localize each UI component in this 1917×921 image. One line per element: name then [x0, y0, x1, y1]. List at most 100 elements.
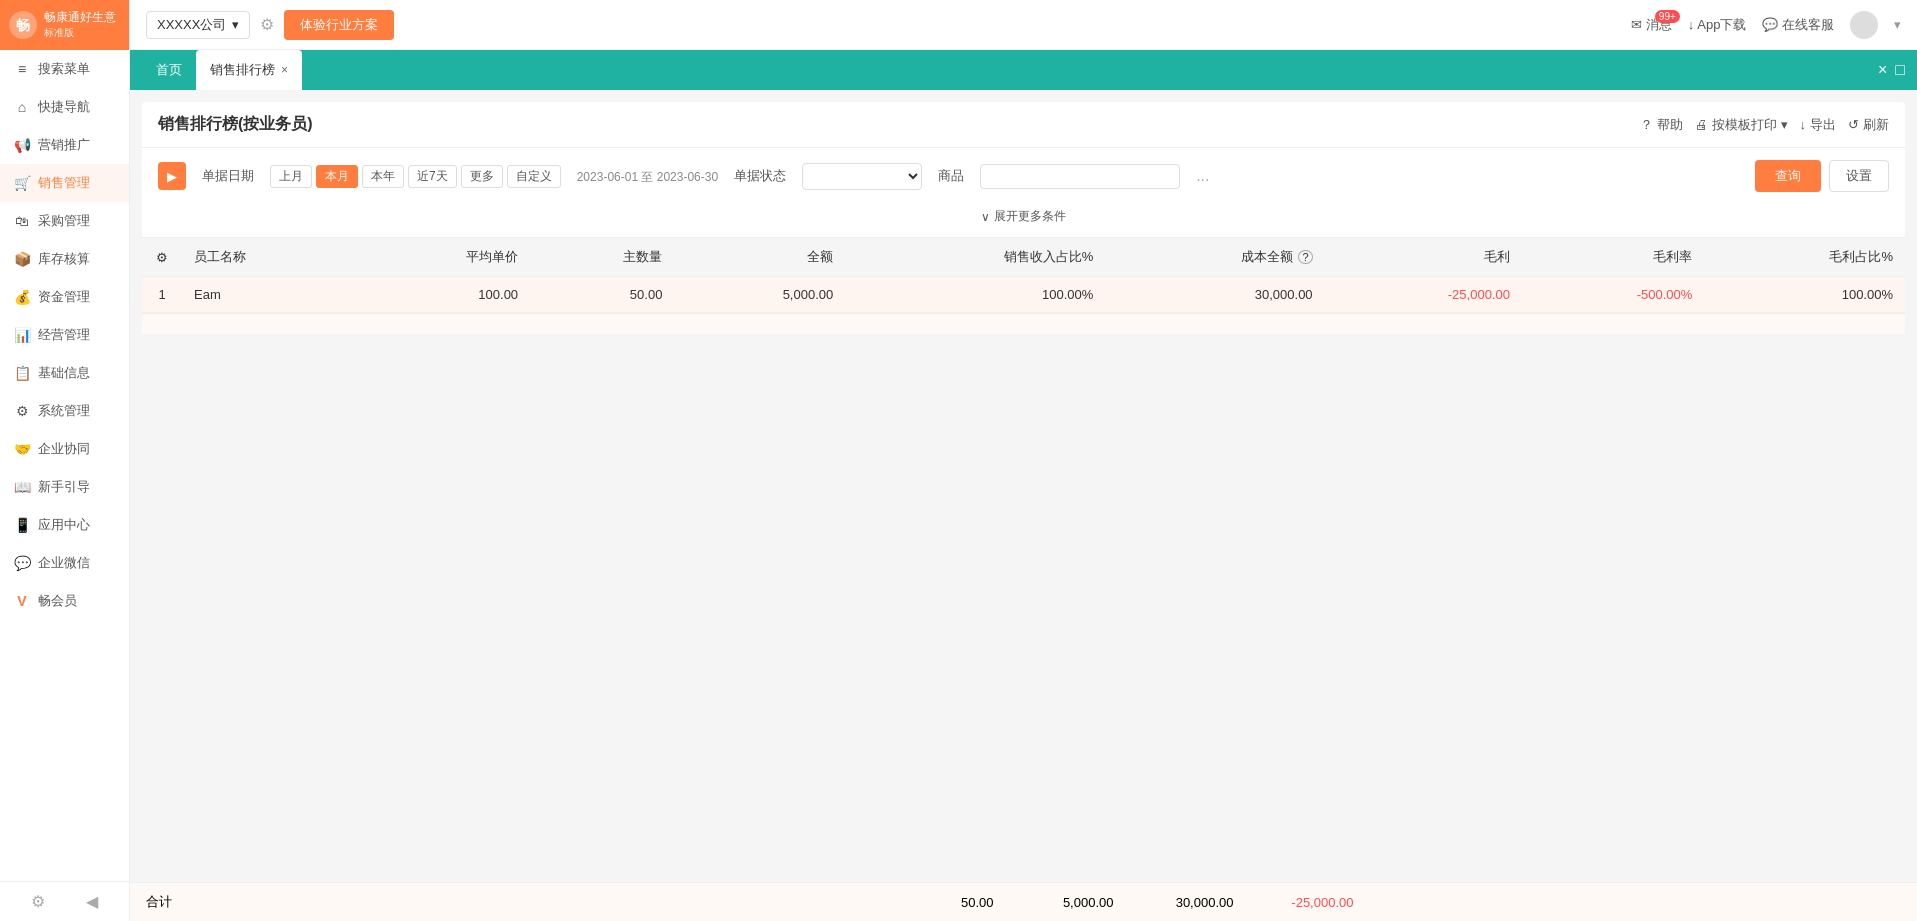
- date-btn-thismonth[interactable]: 本月: [316, 165, 358, 188]
- cost-help-icon: ?: [1298, 250, 1312, 264]
- purchase-icon: 🛍: [14, 213, 30, 229]
- print-action[interactable]: 🖨 按模板打印 ▾: [1695, 116, 1788, 134]
- search-button[interactable]: 查询: [1755, 160, 1821, 192]
- sidebar-bottom: ⚙ ◀: [0, 881, 129, 921]
- system-icon: ⚙: [14, 403, 30, 419]
- trial-btn[interactable]: 体验行业方案: [284, 10, 394, 40]
- window-maximize-icon[interactable]: □: [1895, 61, 1905, 79]
- page-actions: ？ 帮助 🖨 按模板打印 ▾ ↓ 导出 ↺ 刷新: [1640, 116, 1890, 134]
- sidebar-item-newbie[interactable]: 📖 新手引导: [0, 468, 129, 506]
- sidebar-item-system[interactable]: ⚙ 系统管理: [0, 392, 129, 430]
- sidebar-item-search[interactable]: ≡ 搜索菜单: [0, 50, 129, 88]
- date-btn-custom[interactable]: 自定义: [507, 165, 561, 188]
- sidebar-item-member[interactable]: V 畅会员: [0, 582, 129, 620]
- online-service-link[interactable]: 💬 在线客服: [1762, 16, 1834, 34]
- settings-gear-icon[interactable]: ⚙: [260, 15, 274, 34]
- inventory-icon: 📦: [14, 251, 30, 267]
- status-select[interactable]: [802, 163, 922, 190]
- goods-more-btn[interactable]: ...: [1196, 167, 1209, 185]
- app-download-link[interactable]: ↓ App下载: [1688, 16, 1747, 34]
- summary-mainqty: 50.00: [894, 895, 994, 910]
- message-badge[interactable]: ✉ 消息 99+: [1631, 16, 1672, 34]
- col-grosspct: 毛利占比%: [1704, 238, 1905, 277]
- expand-label: 展开更多条件: [994, 208, 1066, 225]
- company-selector[interactable]: XXXXX公司 ▾: [146, 11, 250, 39]
- sidebar-settings-icon[interactable]: ⚙: [31, 892, 45, 911]
- page-title-bar: 销售排行榜(按业务员) ？ 帮助 🖨 按模板打印 ▾ ↓ 导出 ↺ 刷新: [142, 102, 1905, 148]
- sidebar-item-appcenter[interactable]: 📱 应用中心: [0, 506, 129, 544]
- sidebar-label-sales: 销售管理: [38, 174, 90, 192]
- col-amount: 全额: [674, 238, 845, 277]
- sidebar-label-wechat: 企业微信: [38, 554, 90, 572]
- row-salespct: 100.00%: [845, 277, 1105, 313]
- top-header: XXXXX公司 ▾ ⚙ 体验行业方案 ✉ 消息 99+ ↓ App下载 💬 在线…: [130, 0, 1917, 50]
- tab-active-label: 销售排行榜: [210, 61, 275, 79]
- sidebar-item-enterprise-collab[interactable]: 🤝 企业协同: [0, 430, 129, 468]
- logo-title: 畅康通好生意: [44, 10, 116, 26]
- row-name: Eam: [182, 277, 356, 313]
- sidebar-item-purchase[interactable]: 🛍 采购管理: [0, 202, 129, 240]
- export-action[interactable]: ↓ 导出: [1800, 116, 1837, 134]
- finance-icon: 💰: [14, 289, 30, 305]
- logo-icon: 畅: [8, 10, 38, 40]
- sidebar-label-newbie: 新手引导: [38, 478, 90, 496]
- filter-action-btns: 查询 设置: [1755, 160, 1889, 192]
- expand-btn[interactable]: ∨ 展开更多条件: [981, 208, 1066, 225]
- tab-home-label: 首页: [156, 61, 182, 79]
- logo-subtitle: 标准版: [44, 26, 116, 40]
- table-settings-icon[interactable]: ⚙: [156, 250, 168, 265]
- user-avatar[interactable]: [1850, 11, 1878, 39]
- sidebar-item-quicknav[interactable]: ⌂ 快捷导航: [0, 88, 129, 126]
- sidebar-label-inventory: 库存核算: [38, 250, 90, 268]
- sidebar-label-member: 畅会员: [38, 592, 77, 610]
- export-icon: ↓: [1800, 117, 1807, 132]
- date-btn-lastmonth[interactable]: 上月: [270, 165, 312, 188]
- window-close-icon[interactable]: ×: [1878, 61, 1887, 79]
- row-grosspct: 100.00%: [1704, 277, 1905, 313]
- goods-input[interactable]: [980, 164, 1180, 189]
- sidebar-item-wechat[interactable]: 💬 企业微信: [0, 544, 129, 582]
- print-dropdown-icon: ▾: [1781, 117, 1788, 132]
- summary-grossprofit: -25,000.00: [1234, 895, 1354, 910]
- tab-home[interactable]: 首页: [142, 50, 196, 90]
- date-btn-thisyear[interactable]: 本年: [362, 165, 404, 188]
- sidebar-item-basicinfo[interactable]: 📋 基础信息: [0, 354, 129, 392]
- summary-label: 合计: [146, 893, 346, 911]
- page-title: 销售排行榜(按业务员): [158, 114, 313, 135]
- sales-icon: 🛒: [14, 175, 30, 191]
- row-amount: 5,000.00: [674, 277, 845, 313]
- col-mainqty: 主数量: [530, 238, 674, 277]
- sidebar-label-appcenter: 应用中心: [38, 516, 90, 534]
- sidebar-item-inventory[interactable]: 📦 库存核算: [0, 240, 129, 278]
- help-action[interactable]: ？ 帮助: [1640, 116, 1683, 134]
- wechat-icon: 💬: [14, 555, 30, 571]
- sidebar-item-finance[interactable]: 💰 资金管理: [0, 278, 129, 316]
- sidebar-collapse-icon[interactable]: ◀: [86, 892, 98, 911]
- date-btn-more[interactable]: 更多: [461, 165, 503, 188]
- col-settings[interactable]: ⚙: [142, 238, 182, 277]
- app-icon: 📱: [14, 517, 30, 533]
- search-menu-icon: ≡: [14, 61, 30, 77]
- sidebar-item-marketing[interactable]: 📢 营销推广: [0, 126, 129, 164]
- sidebar-label-operations: 经营管理: [38, 326, 90, 344]
- expand-icon: ∨: [981, 210, 990, 224]
- row-mainqty: 50.00: [530, 277, 674, 313]
- col-grossrate: 毛利率: [1522, 238, 1704, 277]
- date-btn-7days[interactable]: 近7天: [408, 165, 457, 188]
- sidebar-label-quicknav: 快捷导航: [38, 98, 90, 116]
- sidebar-item-operations[interactable]: 📊 经营管理: [0, 316, 129, 354]
- sidebar-logo: 畅 畅康通好生意 标准版: [0, 0, 129, 50]
- sidebar-label-purchase: 采购管理: [38, 212, 90, 230]
- filter-toggle-btn[interactable]: ▶: [158, 162, 186, 190]
- table-footer: [142, 313, 1905, 334]
- top-header-right: ✉ 消息 99+ ↓ App下载 💬 在线客服 ▾: [1631, 11, 1901, 39]
- sidebar-item-sales[interactable]: 🛒 销售管理: [0, 164, 129, 202]
- settings-button[interactable]: 设置: [1829, 160, 1889, 192]
- summary-amount: 5,000.00: [994, 895, 1114, 910]
- date-range: 2023-06-01 至 2023-06-30: [577, 169, 718, 186]
- goods-label: 商品: [938, 167, 964, 185]
- main-area: XXXXX公司 ▾ ⚙ 体验行业方案 ✉ 消息 99+ ↓ App下载 💬 在线…: [130, 0, 1917, 921]
- tab-sales-ranking[interactable]: 销售排行榜 ×: [196, 50, 302, 90]
- tab-close-icon[interactable]: ×: [281, 63, 288, 77]
- refresh-action[interactable]: ↺ 刷新: [1848, 116, 1889, 134]
